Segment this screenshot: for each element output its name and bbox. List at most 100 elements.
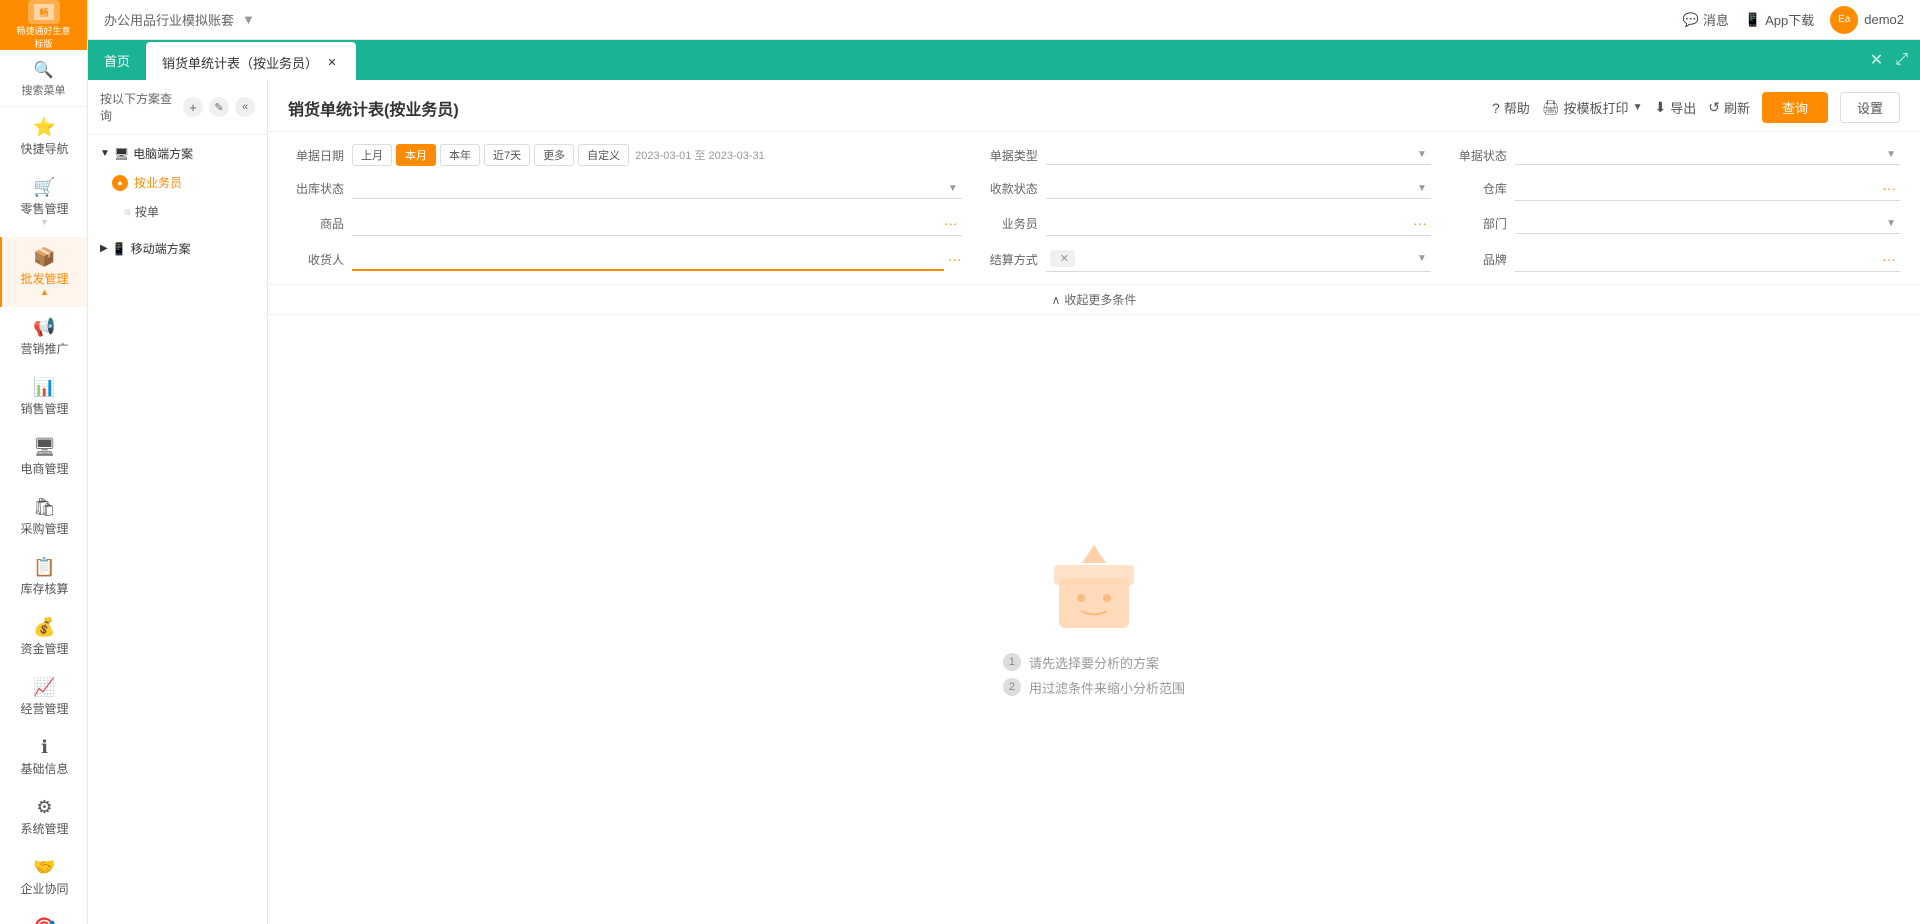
salesperson-dropdown[interactable]: ···	[1046, 211, 1431, 236]
message-btn[interactable]: 💬 消息	[1683, 10, 1729, 29]
export-btn[interactable]: ⬇ 导出	[1654, 98, 1696, 117]
doc-type-dropdown[interactable]: ▼	[1046, 145, 1431, 165]
sidebar-item-system[interactable]: ⚙ 系统管理	[0, 787, 87, 847]
this-year-btn[interactable]: 本年	[440, 144, 480, 166]
workspace-title: 办公用品行业模拟账套	[104, 10, 234, 29]
tab-expand-btn[interactable]: ⤢	[1891, 47, 1912, 73]
custom-btn[interactable]: 自定义	[578, 144, 629, 166]
empty-svg	[1034, 543, 1154, 633]
department-dropdown[interactable]: ▼	[1515, 214, 1900, 234]
add-scheme-btn[interactable]: +	[183, 97, 203, 117]
avatar: Ea	[1830, 6, 1858, 34]
consignee-input[interactable]	[352, 247, 944, 271]
sidebar-item-finance[interactable]: 💰 资金管理	[0, 607, 87, 667]
app-download-btn[interactable]: 📱 App下载	[1745, 10, 1814, 29]
help-btn[interactable]: ? 帮助	[1492, 98, 1530, 117]
top-header: 办公用品行业模拟账套 ▼ 💬 消息 📱 App下载 Ea demo2	[88, 0, 1920, 40]
settlement-label: 结算方式	[982, 251, 1046, 268]
goods-dropdown[interactable]: ···	[352, 211, 962, 236]
department-label: 部门	[1451, 215, 1515, 232]
filter-doc-status-field: 单据状态 ▼	[1451, 145, 1900, 165]
brand-dropdown[interactable]: ···	[1515, 247, 1900, 272]
marketing-label: 营销推广	[20, 340, 68, 357]
sidebar-item-operations[interactable]: 📈 经营管理	[0, 667, 87, 727]
settlement-tag: ✕	[1050, 250, 1075, 267]
marketing-icon: 📢	[33, 317, 55, 338]
collapse-bar[interactable]: ∧ 收起更多条件	[268, 285, 1920, 315]
operations-label: 经营管理	[20, 700, 68, 717]
mobile-scheme-group[interactable]: ▶ 📱 移动端方案	[88, 234, 267, 263]
app-logo[interactable]: 畅 畅捷通好生意 标版	[0, 0, 88, 50]
settlement-tag-close[interactable]: ✕	[1060, 252, 1069, 265]
pay-status-label: 收款状态	[982, 180, 1046, 197]
settlement-dropdown[interactable]: ✕ ▼	[1046, 246, 1431, 272]
tab-home-label: 首页	[104, 51, 130, 70]
tip-text-2: 用过滤条件来缩小分析范围	[1029, 678, 1185, 697]
department-arrow: ▼	[1886, 218, 1896, 229]
ecommerce-icon: 🖥	[33, 437, 56, 458]
sidebar-item-purchase[interactable]: 🛍 采购管理	[0, 487, 87, 547]
warehouse-dropdown[interactable]: ···	[1515, 176, 1900, 201]
main-content: 办公用品行业模拟账套 ▼ 💬 消息 📱 App下载 Ea demo2 首页	[88, 0, 1920, 924]
sidebar-item-wholesale[interactable]: 📦 批发管理 ▲	[0, 237, 87, 307]
scheme-item-by-salesperson[interactable]: ● 按业务员	[88, 168, 267, 197]
tab-home[interactable]: 首页	[88, 40, 146, 80]
print-label: 按模板打印	[1564, 98, 1629, 117]
tab-close-all-btn[interactable]: ✕	[1866, 46, 1887, 74]
user-profile-btn[interactable]: Ea demo2	[1830, 6, 1904, 34]
retail-icon: 🛒	[33, 177, 55, 198]
sidebar-item-marketing[interactable]: 📢 营销推广	[0, 307, 87, 367]
desktop-group-arrow: ▼	[100, 148, 110, 159]
desktop-group-icon: 🖥	[114, 147, 129, 161]
inventory-label: 库存核算	[20, 580, 68, 597]
collapse-panel-btn[interactable]: «	[235, 97, 255, 117]
query-button[interactable]: 查询	[1762, 92, 1828, 123]
tab-sales-report[interactable]: 销货单统计表（按业务员） ✕	[146, 42, 356, 82]
left-panel-header-actions: + ✎ «	[183, 97, 255, 117]
page-title: 销货单统计表(按业务员)	[288, 96, 459, 120]
more-btn[interactable]: 更多	[534, 144, 574, 166]
sidebar-item-sales[interactable]: 📊 销售管理	[0, 367, 87, 427]
content-area: 1 请先选择要分析的方案 2 用过滤条件来缩小分析范围	[268, 315, 1920, 924]
filter-consignee-field: 收货人 ···	[288, 247, 962, 271]
pay-status-dropdown[interactable]: ▼	[1046, 179, 1431, 199]
edit-scheme-btn[interactable]: ✎	[209, 97, 229, 117]
doc-status-dropdown[interactable]: ▼	[1515, 145, 1900, 165]
scheme-sub-by-order[interactable]: ≡ 按单	[88, 197, 267, 226]
last-7-days-btn[interactable]: 近7天	[484, 144, 530, 166]
left-panel: 按以下方案查询 + ✎ « ▼ 🖥 电脑端方案 ● 按业务员 ≡	[88, 80, 268, 924]
this-month-btn[interactable]: 本月	[396, 144, 436, 166]
tab-close-btn[interactable]: ✕	[324, 54, 340, 70]
date-label: 单据日期	[288, 147, 352, 164]
sidebar-search-item[interactable]: 🔍 搜索菜单	[0, 50, 87, 107]
filter-brand-field: 品牌 ···	[1451, 247, 1900, 272]
brand-label: 品牌	[1451, 251, 1515, 268]
sidebar-item-quick-nav[interactable]: ⭐ 快捷导航	[0, 107, 87, 167]
last-month-btn[interactable]: 上月	[352, 144, 392, 166]
wholesale-icon: 📦	[33, 247, 55, 268]
sidebar-item-new-guide[interactable]: 🎯 新手引导	[0, 907, 87, 924]
top-header-left: 办公用品行业模拟账套 ▼	[104, 10, 255, 29]
date-range-display: 2023-03-01 至 2023-03-31	[635, 147, 765, 163]
tab-bar: 首页 销货单统计表（按业务员） ✕ ✕ ⤢	[88, 40, 1920, 80]
filter-out-status-field: 出库状态 ▼	[288, 179, 962, 199]
sidebar-item-retail[interactable]: 🛒 零售管理 ▼	[0, 167, 87, 237]
settlement-arrow: ▼	[1417, 253, 1427, 264]
desktop-scheme-group[interactable]: ▼ 🖥 电脑端方案	[88, 139, 267, 168]
out-status-dropdown[interactable]: ▼	[352, 179, 962, 199]
sidebar: 畅 畅捷通好生意 标版 🔍 搜索菜单 ⭐ 快捷导航 🛒 零售管理 ▼ 📦 批发管…	[0, 0, 88, 924]
basic-info-label: 基础信息	[20, 760, 68, 777]
print-btn[interactable]: 🖨 按模板打印 ▼	[1542, 98, 1643, 117]
empty-illustration	[1034, 543, 1154, 633]
sidebar-item-ecommerce[interactable]: 🖥 电商管理	[0, 427, 87, 487]
help-label: 帮助	[1504, 98, 1530, 117]
quick-nav-icon: ⭐	[33, 117, 55, 138]
tip-text-1: 请先选择要分析的方案	[1029, 653, 1159, 672]
svg-text:畅: 畅	[39, 7, 48, 18]
sidebar-item-enterprise[interactable]: 🤝 企业协同	[0, 847, 87, 907]
sidebar-item-basic-info[interactable]: ℹ 基础信息	[0, 727, 87, 787]
settings-button[interactable]: 设置	[1840, 92, 1900, 123]
sidebar-item-inventory[interactable]: 📋 库存核算	[0, 547, 87, 607]
refresh-btn[interactable]: ↺ 刷新	[1708, 98, 1750, 117]
mobile-group-label: 移动端方案	[131, 240, 191, 257]
